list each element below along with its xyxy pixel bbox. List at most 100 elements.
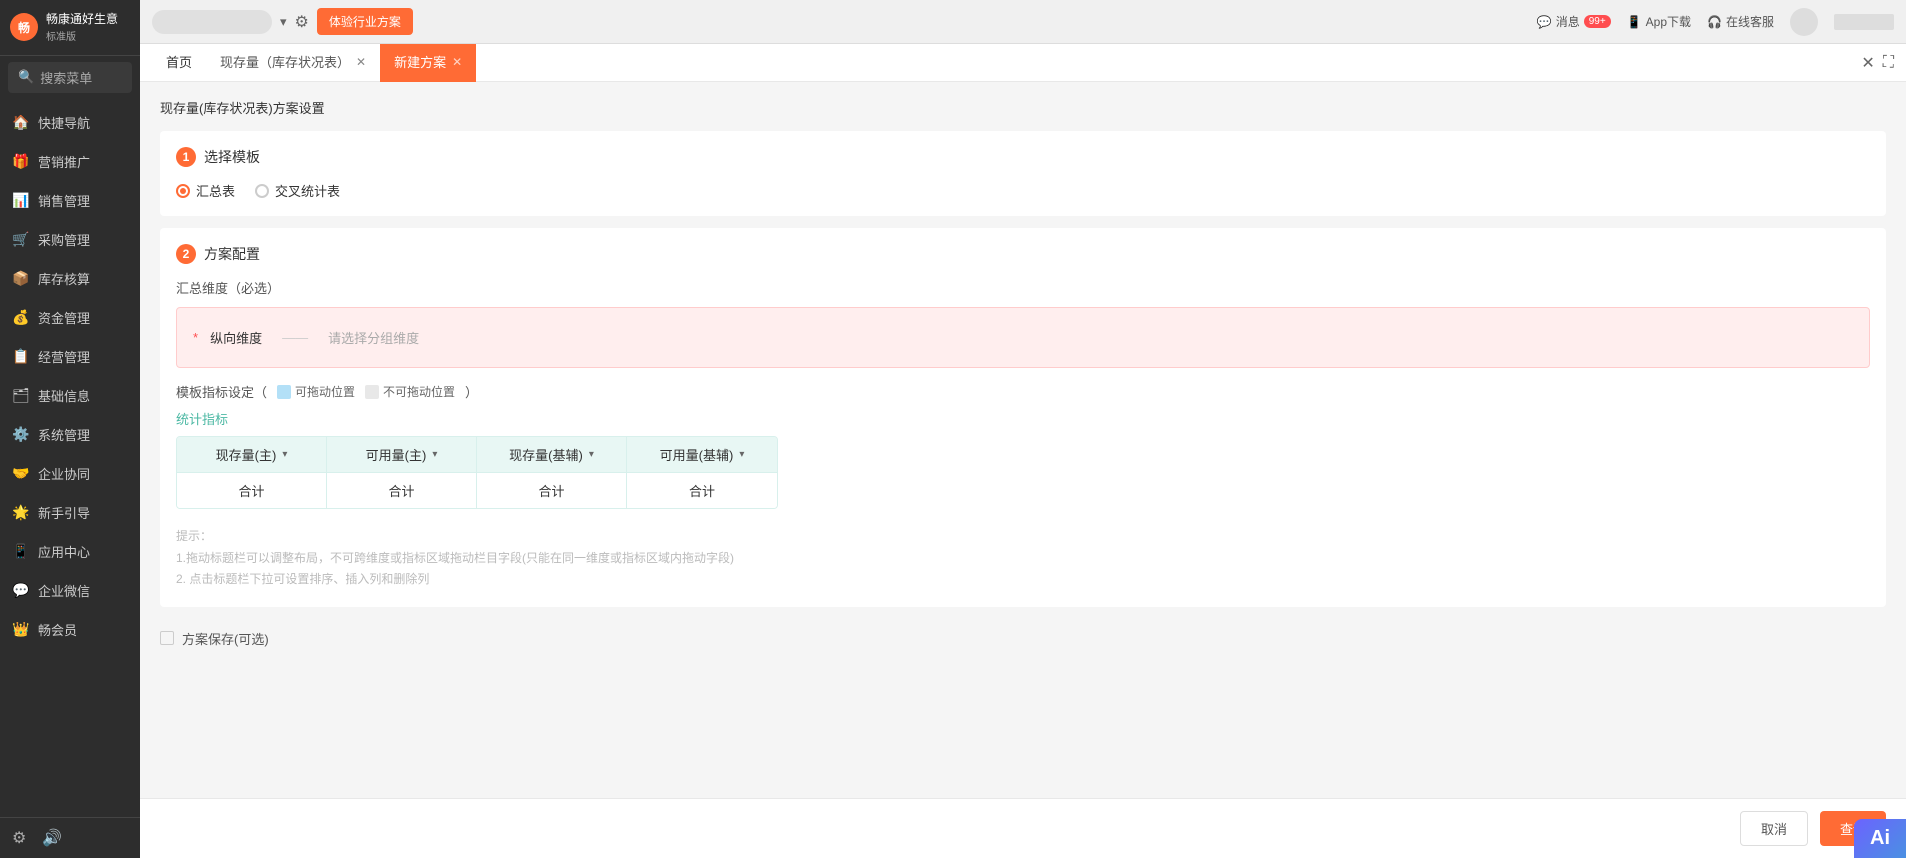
- sidebar-item-member[interactable]: 👑 畅会员: [0, 610, 140, 649]
- sidebar-bottom: ⚙ 🔊: [0, 817, 140, 858]
- tab-inventory-status[interactable]: 现存量（库存状况表） ✕: [206, 44, 380, 82]
- box-icon: 📦: [12, 270, 30, 287]
- template-options: 汇总表 交叉统计表: [176, 181, 1870, 200]
- topbar-online-service[interactable]: 🎧 在线客服: [1707, 13, 1774, 30]
- chevron-down-icon-4[interactable]: ▾: [739, 449, 744, 460]
- tab-close-inventory[interactable]: ✕: [356, 55, 366, 69]
- sidebar-item-sales[interactable]: 📊 销售管理: [0, 181, 140, 220]
- main-area: ▾ ⚙ 体验行业方案 💬 消息 99+ 📱 App下载 🎧 在线客服 首页: [140, 0, 1906, 858]
- message-icon: 💬: [1537, 15, 1552, 29]
- user-avatar: [1790, 8, 1818, 36]
- chat-icon: 💬: [12, 582, 30, 599]
- chevron-down-icon[interactable]: ▾: [282, 449, 287, 460]
- stat-col-1: 现存量(主) ▾: [177, 437, 327, 473]
- username: [1834, 14, 1894, 30]
- sidebar-logo: 畅 畅康通好生意 标准版: [0, 0, 140, 56]
- radio-dot-summary: [176, 184, 190, 198]
- crown-icon: 👑: [12, 621, 30, 638]
- tip-item-2: 2. 点击标题栏下拉可设置排序、插入列和删除列: [176, 569, 1870, 591]
- tips-title: 提示：: [176, 529, 212, 543]
- indicators-label-text: 模板指标设定（: [176, 382, 267, 401]
- radio-dot-cross: [255, 184, 269, 198]
- tabs-bar: 首页 现存量（库存状况表） ✕ 新建方案 ✕ ✕ ⛶: [140, 44, 1906, 82]
- gear-icon: ⚙️: [12, 426, 30, 443]
- stat-table: 现存量(主) ▾ 可用量(主) ▾ 现存量(基辅) ▾: [176, 436, 778, 509]
- save-checkbox[interactable]: [160, 631, 174, 645]
- sidebar-item-system[interactable]: ⚙️ 系统管理: [0, 415, 140, 454]
- tip-item-1: 1.拖动标题栏可以调整布局，不可跨维度或指标区域拖动栏目字段(只能在同一维度或指…: [176, 548, 1870, 570]
- sidebar-item-wechat[interactable]: 💬 企业微信: [0, 571, 140, 610]
- tab-home[interactable]: 首页: [152, 44, 206, 82]
- sidebar-item-purchase[interactable]: 🛒 采购管理: [0, 220, 140, 259]
- tab-close-new-scheme[interactable]: ✕: [452, 55, 462, 69]
- sidebar-item-basic[interactable]: 🗂 基础信息: [0, 376, 140, 415]
- sidebar-item-quick-nav[interactable]: 🏠 快捷导航: [0, 103, 140, 142]
- star-icon: 🌟: [12, 504, 30, 521]
- radio-cross[interactable]: 交叉统计表: [255, 181, 340, 200]
- stat-body-col-2: 合计: [327, 473, 477, 508]
- step1-badge: 1: [176, 147, 196, 167]
- indicators-label: 模板指标设定（ 可拖动位置 不可拖动位置 ）: [176, 382, 1870, 401]
- close-panel-button[interactable]: ✕: [1861, 53, 1874, 73]
- stat-col-1-header[interactable]: 现存量(主) ▾: [177, 437, 326, 473]
- chevron-down-icon-3[interactable]: ▾: [589, 449, 594, 460]
- stat-table-body: 合计 合计 合计 合计: [177, 473, 777, 508]
- draggable-box: [277, 385, 291, 399]
- step1-title: 选择模板: [204, 147, 260, 167]
- main-content: 现存量(库存状况表)方案设置 1 选择模板 汇总表 交叉统计表 2: [140, 82, 1906, 798]
- stat-body-col-3: 合计: [477, 473, 627, 508]
- sidebar-item-finance[interactable]: 💰 资金管理: [0, 298, 140, 337]
- clipboard-icon: 📋: [12, 348, 30, 365]
- sidebar-search[interactable]: 🔍 搜索菜单: [8, 62, 132, 93]
- gift-icon: 🎁: [12, 153, 30, 170]
- sidebar-item-cooperation[interactable]: 🤝 企业协同: [0, 454, 140, 493]
- radio-summary[interactable]: 汇总表: [176, 181, 235, 200]
- topbar-messages[interactable]: 💬 消息 99+: [1537, 13, 1611, 30]
- sidebar-item-newbie[interactable]: 🌟 新手引导: [0, 493, 140, 532]
- sound-icon[interactable]: 🔊: [42, 828, 62, 848]
- logo-icon: 畅: [10, 13, 38, 41]
- dimension-label: 汇总维度（必选）: [176, 278, 1870, 297]
- stat-col-3-header[interactable]: 现存量(基辅) ▾: [477, 437, 626, 473]
- stat-col-4-header[interactable]: 可用量(基辅) ▾: [627, 437, 777, 473]
- dropdown-icon[interactable]: ▾: [280, 14, 287, 30]
- ai-badge[interactable]: Ai: [1854, 819, 1906, 858]
- stat-body-col-1: 合计: [177, 473, 327, 508]
- cancel-button[interactable]: 取消: [1740, 811, 1808, 846]
- tips-section: 提示： 1.拖动标题栏可以调整布局，不可跨维度或指标区域拖动栏目字段(只能在同一…: [176, 526, 1870, 591]
- stat-col-4: 可用量(基辅) ▾: [627, 437, 777, 473]
- sidebar-item-app-center[interactable]: 📱 应用中心: [0, 532, 140, 571]
- settings-icon[interactable]: ⚙: [12, 828, 26, 848]
- step1-header: 1 选择模板: [176, 147, 1870, 167]
- stat-table-header: 现存量(主) ▾ 可用量(主) ▾ 现存量(基辅) ▾: [177, 437, 777, 473]
- dimension-field-name: 纵向维度: [210, 328, 262, 347]
- tabs-right-buttons: ✕ ⛶: [1861, 53, 1894, 73]
- chevron-down-icon-2[interactable]: ▾: [432, 449, 437, 460]
- sidebar-item-inventory[interactable]: 📦 库存核算: [0, 259, 140, 298]
- phone-icon: 📱: [12, 543, 30, 560]
- stat-col-2: 可用量(主) ▾: [327, 437, 477, 473]
- dimension-placeholder: 请选择分组维度: [328, 328, 419, 347]
- save-label: 方案保存(可选): [182, 629, 269, 648]
- step2-section: 2 方案配置 汇总维度（必选） * 纵向维度 —— 请选择分组维度 模板指标设定…: [160, 228, 1886, 607]
- sidebar-item-marketing[interactable]: 🎁 营销推广: [0, 142, 140, 181]
- sidebar-nav: 🏠 快捷导航 🎁 营销推广 📊 销售管理 🛒 采购管理 📦 库存核算 💰 资金管…: [0, 99, 140, 817]
- topbar-gear-icon[interactable]: ⚙: [295, 12, 309, 32]
- expand-panel-button[interactable]: ⛶: [1883, 53, 1894, 73]
- dimension-box: * 纵向维度 —— 请选择分组维度: [176, 307, 1870, 368]
- topbar: ▾ ⚙ 体验行业方案 💬 消息 99+ 📱 App下载 🎧 在线客服: [140, 0, 1906, 44]
- topbar-search-box: [152, 10, 272, 34]
- topbar-app-download[interactable]: 📱 App下载: [1627, 13, 1691, 30]
- tab-new-scheme[interactable]: 新建方案 ✕: [380, 44, 476, 82]
- stat-col-2-header[interactable]: 可用量(主) ▾: [327, 437, 476, 473]
- search-icon: 🔍: [18, 69, 34, 85]
- folder-icon: 🗂: [12, 387, 30, 404]
- trial-button[interactable]: 体验行业方案: [317, 8, 413, 35]
- step1-section: 1 选择模板 汇总表 交叉统计表: [160, 131, 1886, 216]
- sidebar-item-operation[interactable]: 📋 经营管理: [0, 337, 140, 376]
- sidebar: 畅 畅康通好生意 标准版 🔍 搜索菜单 🏠 快捷导航 🎁 营销推广 📊 销售管理…: [0, 0, 140, 858]
- phone-icon: 📱: [1627, 15, 1642, 29]
- stat-body-col-4: 合计: [627, 473, 777, 508]
- topbar-left: ▾ ⚙ 体验行业方案: [152, 8, 1527, 35]
- home-icon: 🏠: [12, 114, 30, 131]
